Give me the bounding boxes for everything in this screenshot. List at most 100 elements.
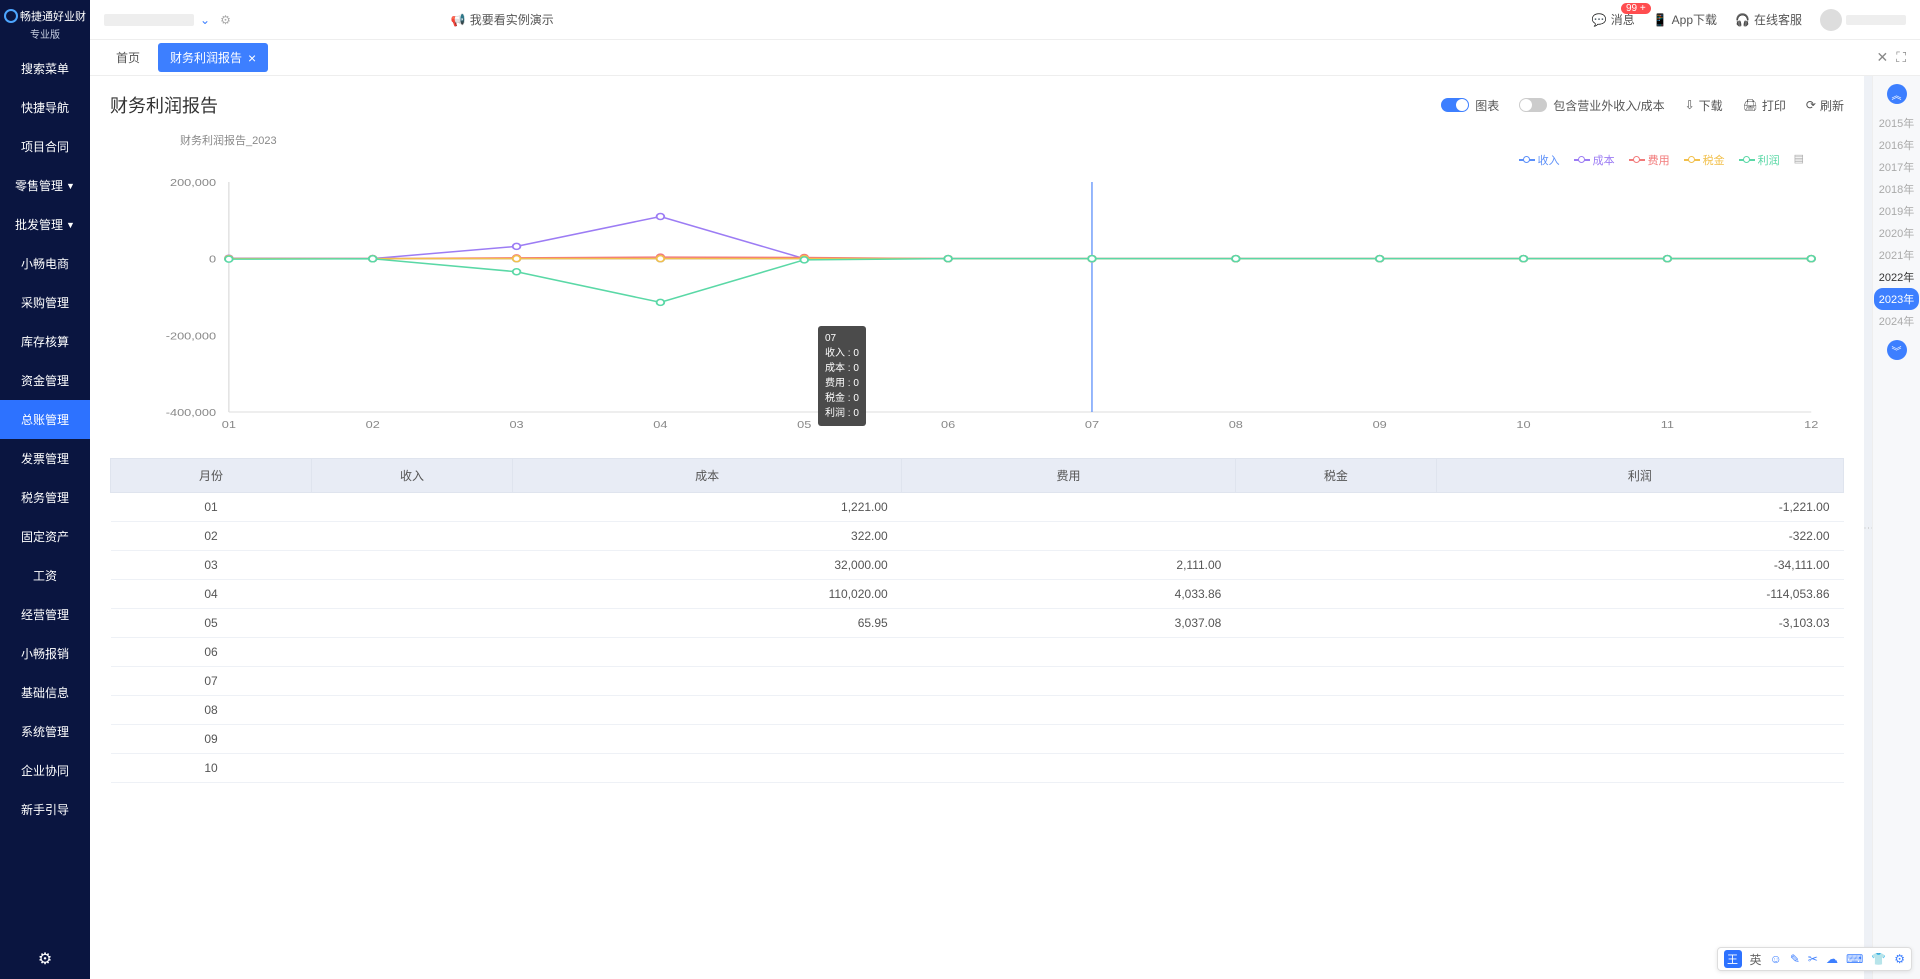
year-item[interactable]: 2017年: [1874, 156, 1919, 178]
year-item[interactable]: 2016年: [1874, 134, 1919, 156]
svg-text:0: 0: [209, 255, 216, 265]
tab-home[interactable]: 首页: [104, 43, 152, 72]
sidebar-item-3[interactable]: 零售管理▼: [0, 166, 90, 205]
chart-container: 财务利润报告_2023 收入成本费用税金利润▤ 200,0000-200,000…: [110, 126, 1844, 448]
headset-icon: 🎧: [1735, 13, 1750, 27]
svg-text:200,000: 200,000: [170, 178, 216, 188]
svg-text:-200,000: -200,000: [166, 331, 216, 341]
table-header: 收入: [312, 459, 513, 493]
ime-cloud-icon[interactable]: ☁: [1826, 952, 1838, 966]
legend-item-2[interactable]: 费用: [1629, 152, 1670, 168]
table-header: 月份: [111, 459, 312, 493]
sidebar-item-2[interactable]: 项目合同: [0, 127, 90, 166]
sidebar-item-18[interactable]: 企业协同: [0, 751, 90, 790]
tabs-close-all-icon[interactable]: ✕: [1876, 49, 1888, 66]
print-button[interactable]: 🖨打印: [1743, 97, 1786, 114]
chart-tooltip: 07收入 : 0成本 : 0费用 : 0税金 : 0利润 : 0: [818, 326, 866, 426]
sidebar-item-12[interactable]: 固定资产: [0, 517, 90, 556]
rail-up-icon[interactable]: ︽: [1887, 84, 1907, 104]
table-header: 税金: [1235, 459, 1436, 493]
table-row: 07: [111, 667, 1844, 696]
year-item[interactable]: 2023年: [1874, 288, 1919, 310]
ime-edit-icon[interactable]: ✎: [1790, 952, 1800, 966]
svg-text:07: 07: [1085, 420, 1099, 430]
sidebar-item-14[interactable]: 经营管理: [0, 595, 90, 634]
drag-handle[interactable]: ⋮: [1864, 76, 1872, 979]
table-row: 09: [111, 725, 1844, 754]
table-header: 成本: [513, 459, 902, 493]
sidebar-item-10[interactable]: 发票管理: [0, 439, 90, 478]
logo-icon: [4, 9, 18, 23]
chat-icon: 💬: [1592, 13, 1607, 27]
tabs-bar: 首页 财务利润报告 × ✕ ⛶: [90, 40, 1920, 76]
legend-item-0[interactable]: 收入: [1519, 152, 1560, 168]
ime-gear-icon[interactable]: ⚙: [1894, 952, 1905, 966]
year-item[interactable]: 2020年: [1874, 222, 1919, 244]
ime-bar[interactable]: 王 英 ☺ ✎ ✂ ☁ ⌨ 👕 ⚙: [1717, 947, 1912, 971]
data-table: 月份收入成本费用税金利润 011,221.00-1,221.0002322.00…: [110, 458, 1844, 783]
table-header: 费用: [902, 459, 1236, 493]
year-item[interactable]: 2021年: [1874, 244, 1919, 266]
ime-logo-icon: 王: [1724, 950, 1742, 968]
sidebar-item-4[interactable]: 批发管理▼: [0, 205, 90, 244]
legend-item-3[interactable]: 税金: [1684, 152, 1725, 168]
download-link[interactable]: 📱 App下载: [1653, 11, 1717, 28]
refresh-icon: ⟳: [1806, 98, 1816, 112]
company-selector[interactable]: ⌄ ⚙: [104, 13, 231, 27]
ime-scissors-icon[interactable]: ✂: [1808, 952, 1818, 966]
year-item[interactable]: 2018年: [1874, 178, 1919, 200]
demo-label: 我要看实例演示: [470, 11, 554, 28]
year-item[interactable]: 2015年: [1874, 112, 1919, 134]
sidebar-item-1[interactable]: 快捷导航: [0, 88, 90, 127]
phone-icon: 📱: [1653, 13, 1668, 27]
company-settings-icon[interactable]: ⚙: [220, 13, 231, 27]
svg-text:11: 11: [1661, 420, 1674, 430]
year-item[interactable]: 2024年: [1874, 310, 1919, 332]
sidebar-item-9[interactable]: 总账管理: [0, 400, 90, 439]
sidebar-item-8[interactable]: 资金管理: [0, 361, 90, 400]
sidebar-item-5[interactable]: 小畅电商: [0, 244, 90, 283]
messages-link[interactable]: 💬 消息 99 +: [1592, 11, 1635, 28]
avatar: [1820, 9, 1842, 31]
legend-item-4[interactable]: 利润: [1739, 152, 1780, 168]
tab-active[interactable]: 财务利润报告 ×: [158, 43, 268, 72]
fullscreen-icon[interactable]: ⛶: [1896, 49, 1906, 66]
sidebar-item-13[interactable]: 工资: [0, 556, 90, 595]
legend-item-1[interactable]: 成本: [1574, 152, 1615, 168]
chevron-down-icon: ▼: [66, 181, 75, 191]
ime-emoji-icon[interactable]: ☺: [1770, 952, 1782, 966]
sidebar-item-17[interactable]: 系统管理: [0, 712, 90, 751]
brand-edition: 专业版: [4, 26, 86, 41]
chart-toggle[interactable]: [1441, 98, 1469, 112]
close-icon[interactable]: ×: [248, 51, 256, 65]
table-row: 02322.00-322.00: [111, 522, 1844, 551]
legend-hide-icon[interactable]: ▤: [1794, 152, 1804, 168]
demo-link[interactable]: 📢 我要看实例演示: [451, 11, 554, 28]
table-header-row: 月份收入成本费用税金利润: [111, 459, 1844, 493]
year-item[interactable]: 2019年: [1874, 200, 1919, 222]
rail-down-icon[interactable]: ︾: [1887, 340, 1907, 360]
ime-lang[interactable]: 英: [1750, 951, 1762, 968]
sidebar-item-19[interactable]: 新手引导: [0, 790, 90, 829]
year-item[interactable]: 2022年: [1874, 266, 1919, 288]
download-button[interactable]: ⇩下载: [1685, 97, 1723, 114]
service-link[interactable]: 🎧 在线客服: [1735, 11, 1802, 28]
sidebar-item-6[interactable]: 采购管理: [0, 283, 90, 322]
refresh-button[interactable]: ⟳刷新: [1806, 97, 1844, 114]
sidebar-item-15[interactable]: 小畅报销: [0, 634, 90, 673]
svg-text:10: 10: [1516, 420, 1530, 430]
svg-text:03: 03: [509, 420, 523, 430]
sidebar-item-7[interactable]: 库存核算: [0, 322, 90, 361]
sidebar-item-0[interactable]: 搜索菜单: [0, 49, 90, 88]
svg-text:04: 04: [653, 420, 668, 430]
user-menu[interactable]: [1820, 9, 1906, 31]
sidebar-item-11[interactable]: 税务管理: [0, 478, 90, 517]
settings-icon[interactable]: ⚙: [0, 939, 90, 979]
company-name: [104, 14, 194, 26]
extra-toggle[interactable]: [1519, 98, 1547, 112]
ime-shirt-icon[interactable]: 👕: [1871, 952, 1886, 966]
ime-keyboard-icon[interactable]: ⌨: [1846, 952, 1863, 966]
sidebar-item-16[interactable]: 基础信息: [0, 673, 90, 712]
chart-plot[interactable]: 200,0000-200,000-400,0000102030405060708…: [114, 174, 1824, 434]
table-row: 04110,020.004,033.86-114,053.86: [111, 580, 1844, 609]
